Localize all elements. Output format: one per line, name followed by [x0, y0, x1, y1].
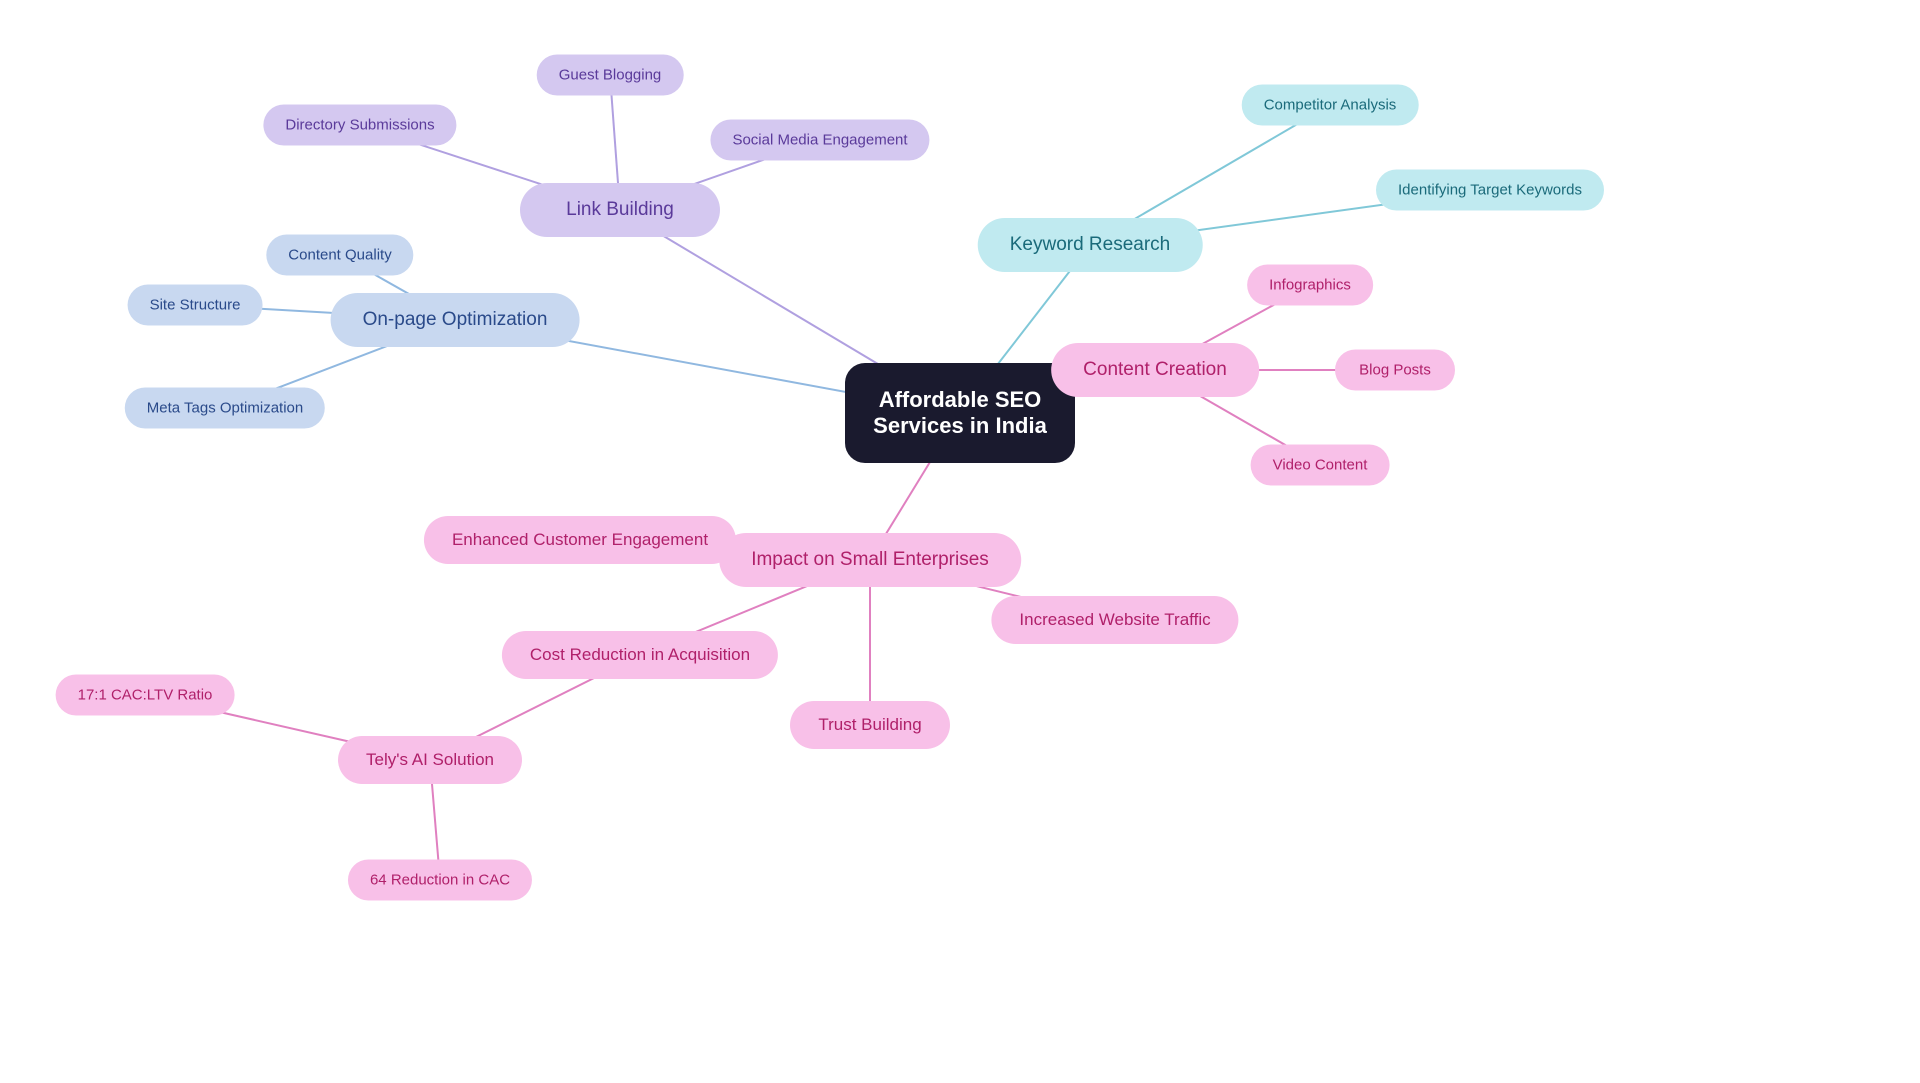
trust-building[interactable]: Trust Building	[790, 701, 950, 749]
video-content[interactable]: Video Content	[1251, 445, 1390, 486]
on-page-optimization[interactable]: On-page Optimization	[331, 293, 580, 347]
identifying-target-keywords[interactable]: Identifying Target Keywords	[1376, 170, 1604, 211]
social-media-engagement[interactable]: Social Media Engagement	[710, 120, 929, 161]
impact-small-enterprises[interactable]: Impact on Small Enterprises	[719, 533, 1021, 587]
cac-ltv-ratio[interactable]: 17:1 CAC:LTV Ratio	[56, 675, 235, 716]
reduction-cac[interactable]: 64 Reduction in CAC	[348, 860, 532, 901]
competitor-analysis[interactable]: Competitor Analysis	[1242, 85, 1419, 126]
content-quality[interactable]: Content Quality	[266, 235, 413, 276]
directory-submissions[interactable]: Directory Submissions	[263, 105, 456, 146]
telys-ai-solution[interactable]: Tely's AI Solution	[338, 736, 522, 784]
center-node[interactable]: Affordable SEO Services in India	[845, 363, 1075, 463]
site-structure[interactable]: Site Structure	[128, 285, 263, 326]
keyword-research[interactable]: Keyword Research	[978, 218, 1203, 272]
blog-posts[interactable]: Blog Posts	[1335, 350, 1455, 391]
guest-blogging[interactable]: Guest Blogging	[537, 55, 684, 96]
meta-tags-optimization[interactable]: Meta Tags Optimization	[125, 388, 325, 429]
increased-website-traffic[interactable]: Increased Website Traffic	[991, 596, 1238, 644]
content-creation[interactable]: Content Creation	[1051, 343, 1259, 397]
cost-reduction[interactable]: Cost Reduction in Acquisition	[502, 631, 778, 679]
mindmap-container: Affordable SEO Services in India Link Bui…	[0, 0, 1920, 1083]
enhanced-customer-engagement[interactable]: Enhanced Customer Engagement	[424, 516, 736, 564]
link-building[interactable]: Link Building	[520, 183, 720, 237]
infographics[interactable]: Infographics	[1247, 265, 1373, 306]
